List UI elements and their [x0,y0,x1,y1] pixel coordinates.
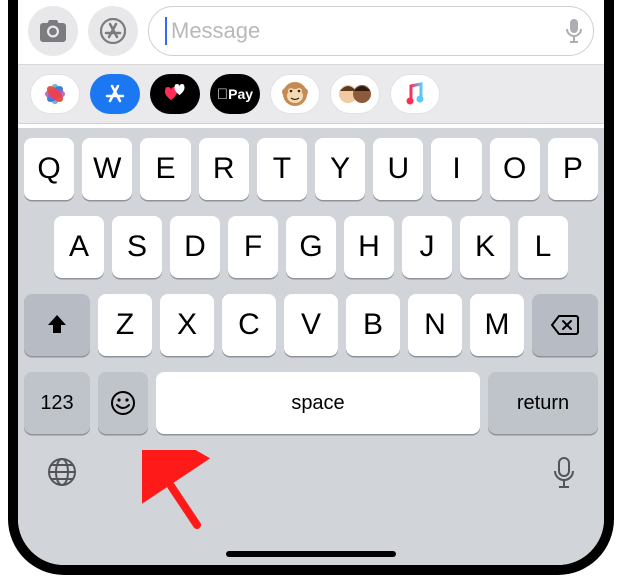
key-h[interactable]: H [344,216,394,278]
shift-icon [45,313,69,337]
key-w[interactable]: W [82,138,132,200]
message-placeholder: Message [171,18,260,44]
keyboard: Q W E R T Y U I O P A S D F G H [18,128,604,565]
emoji-key[interactable] [98,372,148,434]
return-key[interactable]: return [488,372,598,434]
backspace-icon [550,314,580,336]
home-indicator[interactable] [226,551,396,557]
memoji-faces-icon [338,81,372,107]
shift-key[interactable] [24,294,90,356]
imessage-app-strip: Pay [18,64,604,124]
key-a[interactable]: A [54,216,104,278]
message-input[interactable]: Message [148,6,594,56]
key-u[interactable]: U [373,138,423,200]
app-drawer-button[interactable] [88,6,138,56]
camera-button[interactable] [28,6,78,56]
key-p[interactable]: P [548,138,598,200]
text-cursor [165,17,167,45]
apple-pay-label: Pay [217,86,253,103]
dictation-button-inline[interactable] [565,18,583,44]
key-row-1: Q W E R T Y U I O P [24,138,598,200]
numbers-key[interactable]: 123 [24,372,90,434]
hearts-icon [160,83,190,105]
key-f[interactable]: F [228,216,278,278]
key-e[interactable]: E [140,138,190,200]
emoji-smile-icon [109,389,137,417]
app-memoji[interactable] [330,74,380,114]
key-b[interactable]: B [346,294,400,356]
key-j[interactable]: J [402,216,452,278]
key-i[interactable]: I [431,138,481,200]
space-key[interactable]: space [156,372,480,434]
appstore-logo-icon [103,82,127,106]
app-photos[interactable] [30,74,80,114]
dictation-key[interactable] [552,456,576,490]
key-m[interactable]: M [470,294,524,356]
key-t[interactable]: T [257,138,307,200]
microphone-icon [565,18,583,44]
key-s[interactable]: S [112,216,162,278]
key-x[interactable]: X [160,294,214,356]
app-digital-touch[interactable] [150,74,200,114]
appstore-icon [100,18,126,44]
app-music[interactable] [390,74,440,114]
photos-icon [42,81,68,107]
monkey-icon [280,79,310,109]
key-row-2: A S D F G H J K L [24,216,598,278]
message-composer-row: Message [18,0,604,64]
key-c[interactable]: C [222,294,276,356]
key-r[interactable]: R [199,138,249,200]
keyboard-footer [24,444,598,490]
camera-icon [40,20,66,42]
key-row-3: Z X C V B N M [24,294,598,356]
key-row-bottom: 123 space return [24,372,598,434]
app-apple-pay[interactable]: Pay [210,74,260,114]
key-v[interactable]: V [284,294,338,356]
globe-key[interactable] [46,456,78,490]
music-note-icon [405,82,425,106]
key-q[interactable]: Q [24,138,74,200]
iphone-frame: Message Pay [8,0,614,575]
globe-icon [46,456,78,488]
app-store[interactable] [90,74,140,114]
key-n[interactable]: N [408,294,462,356]
app-animoji[interactable] [270,74,320,114]
backspace-key[interactable] [532,294,598,356]
key-y[interactable]: Y [315,138,365,200]
key-z[interactable]: Z [98,294,152,356]
key-k[interactable]: K [460,216,510,278]
key-l[interactable]: L [518,216,568,278]
key-d[interactable]: D [170,216,220,278]
key-o[interactable]: O [490,138,540,200]
key-g[interactable]: G [286,216,336,278]
microphone-icon [552,456,576,490]
